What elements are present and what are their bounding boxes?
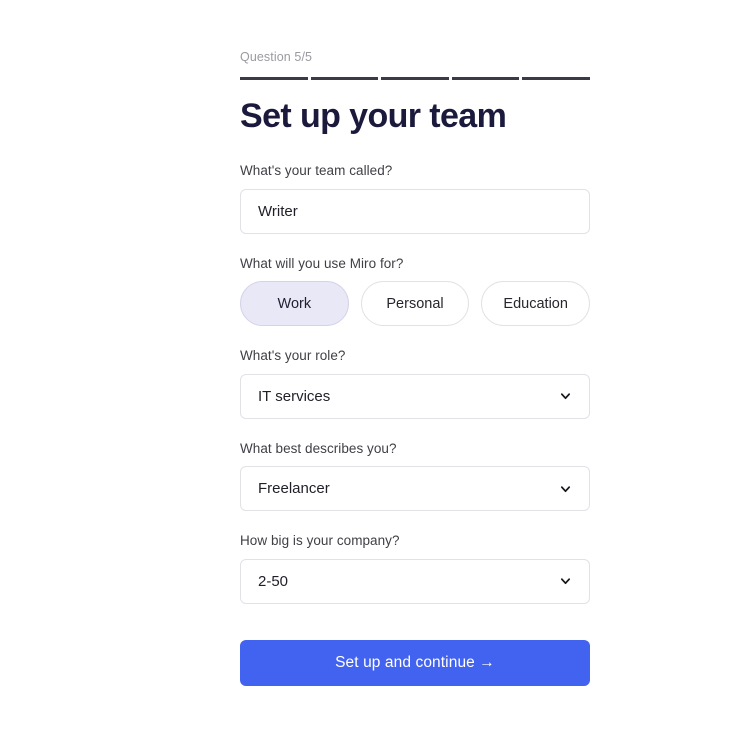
role-select-wrapper: IT services bbox=[240, 373, 590, 419]
set-up-and-continue-button[interactable]: Set up and continue → bbox=[240, 639, 590, 686]
submit-row: Set up and continue → bbox=[240, 639, 590, 686]
role-select[interactable]: IT services bbox=[240, 373, 590, 419]
progress-segment-5 bbox=[522, 77, 590, 80]
use-case-label: What will you use Miro for? bbox=[240, 255, 404, 271]
role-label: What's your role? bbox=[240, 348, 346, 364]
team-name-input[interactable] bbox=[240, 188, 590, 234]
field-describes-you: What best describes you? Freelancer bbox=[240, 440, 590, 512]
use-case-option-education[interactable]: Education bbox=[481, 281, 591, 327]
field-team-name: What's your team called? bbox=[240, 162, 590, 234]
company-size-select[interactable]: 2-50 bbox=[240, 558, 590, 604]
describes-you-select[interactable]: Freelancer bbox=[240, 466, 590, 512]
onboarding-page: Question 5/5 Set up your team What's you… bbox=[0, 0, 750, 741]
company-size-select-wrapper: 2-50 bbox=[240, 558, 590, 604]
describes-you-label: What best describes you? bbox=[240, 440, 397, 456]
progress-segment-4 bbox=[451, 77, 520, 80]
progress-bar bbox=[240, 77, 590, 80]
field-use-case: What will you use Miro for? Work Persona… bbox=[240, 255, 591, 327]
progress-segment-1 bbox=[240, 77, 308, 80]
progress-segment-3 bbox=[381, 77, 449, 80]
use-case-option-work[interactable]: Work bbox=[240, 281, 349, 327]
question-counter: Question 5/5 bbox=[240, 50, 313, 64]
setup-team-form: Question 5/5 Set up your team What's you… bbox=[240, 50, 591, 686]
page-title: Set up your team bbox=[240, 97, 507, 135]
progress-segment-2 bbox=[310, 77, 379, 80]
team-name-label: What's your team called? bbox=[240, 163, 393, 179]
use-case-pill-group: Work Personal Education bbox=[240, 281, 591, 327]
field-role: What's your role? IT services bbox=[240, 347, 590, 419]
company-size-label: How big is your company? bbox=[240, 533, 400, 549]
field-company-size: How big is your company? 2-50 bbox=[240, 532, 590, 604]
describes-you-select-wrapper: Freelancer bbox=[240, 466, 590, 512]
use-case-option-personal[interactable]: Personal bbox=[360, 281, 470, 327]
